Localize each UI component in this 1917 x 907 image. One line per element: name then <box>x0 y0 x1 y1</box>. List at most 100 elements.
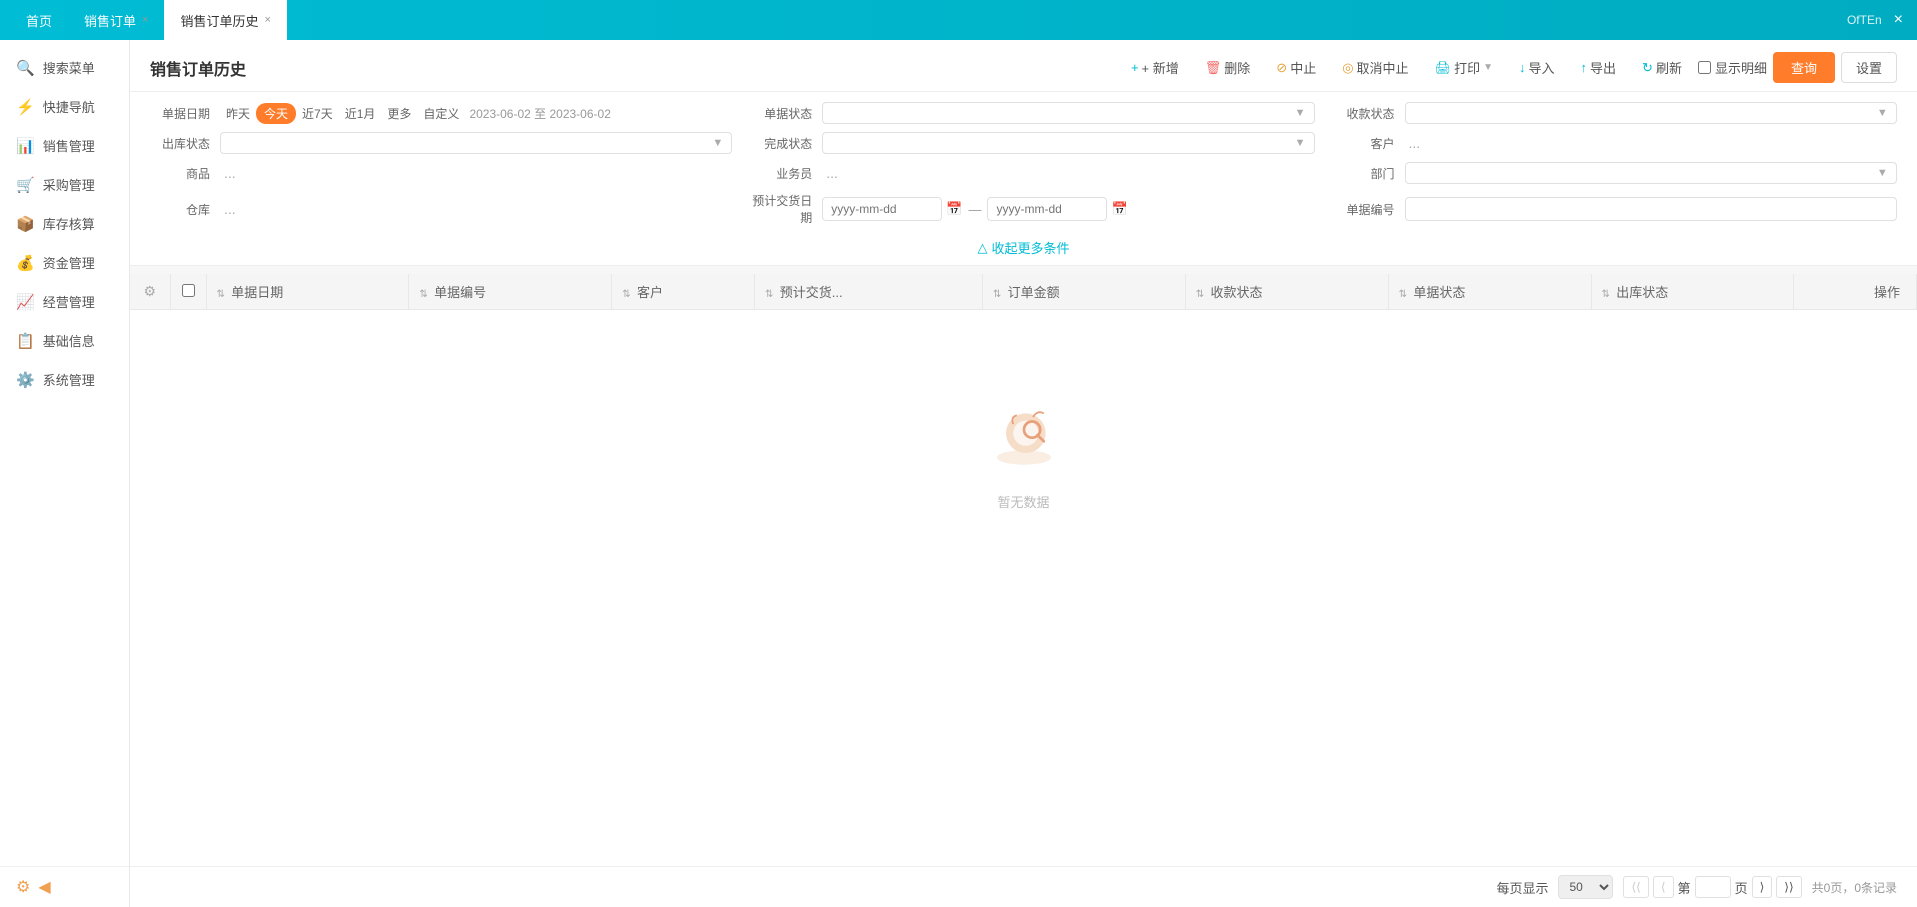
stop-button[interactable]: ⊘ 中止 <box>1266 53 1326 82</box>
th-expected-delivery-label: 预计交货... <box>780 285 843 300</box>
tab-sales-order-history[interactable]: 销售订单历史 × <box>164 0 286 40</box>
th-outbound-status: ⇅ 出库状态 <box>1591 274 1794 310</box>
tab-home[interactable]: 首页 <box>10 0 68 40</box>
filter-col-doc-number: 单据编号 <box>1315 197 1897 221</box>
expected-date-start-input[interactable] <box>822 197 942 221</box>
tab-sales-order[interactable]: 销售订单 × <box>68 0 164 40</box>
show-detail-checkbox[interactable] <box>1698 61 1711 74</box>
delete-button[interactable]: 🗑 删除 <box>1195 53 1261 82</box>
doc-number-label: 单据编号 <box>1335 201 1405 218</box>
tab-home-label: 首页 <box>26 11 52 30</box>
new-button[interactable]: + + 新增 <box>1121 53 1189 82</box>
new-icon: + <box>1131 60 1139 75</box>
sidebar-item-sales-mgmt[interactable]: 📊 销售管理 <box>0 126 129 165</box>
payment-status-select[interactable]: ▼ <box>1405 102 1897 124</box>
pagination-last-btn[interactable]: ⟩⟩ <box>1776 876 1801 898</box>
th-outbound-status-label: 出库状态 <box>1616 285 1668 300</box>
filter-col-expected-date: 预计交货日期 📅 — 📅 <box>732 192 1314 226</box>
top-bar-close-button[interactable]: × <box>1890 7 1907 33</box>
payment-status-arrow: ▼ <box>1877 107 1888 119</box>
sidebar-item-system-mgmt[interactable]: ⚙️ 系统管理 <box>0 360 129 399</box>
collapse-icon: △ <box>977 240 987 256</box>
cancel-stop-button[interactable]: ◎ 取消中止 <box>1332 53 1418 82</box>
sidebar-item-capital-mgmt[interactable]: 💰 资金管理 <box>0 243 129 282</box>
date-shortcut-yesterday[interactable]: 昨天 <box>220 103 256 124</box>
show-detail-checkbox-label[interactable]: 显示明细 <box>1698 58 1767 77</box>
import-button[interactable]: ↓ 导入 <box>1509 53 1565 82</box>
collapse-bar[interactable]: △ 收起更多条件 <box>150 234 1897 259</box>
th-expected-delivery: ⇅ 预计交货... <box>755 274 983 310</box>
export-button[interactable]: ↑ 导出 <box>1571 53 1627 82</box>
sort-outbound-status-icon[interactable]: ⇅ <box>1602 289 1610 300</box>
pagination-next-btn[interactable]: ⟩ <box>1752 876 1773 898</box>
pagination-page-input[interactable]: 1 <box>1695 876 1731 898</box>
delete-label: 删除 <box>1224 58 1250 77</box>
tab-sales-order-close[interactable]: × <box>142 14 148 26</box>
sidebar-item-quick-nav-label: 快捷导航 <box>43 97 95 116</box>
main-layout: 🔍 搜索菜单 ⚡ 快捷导航 📊 销售管理 🛒 采购管理 📦 库存核算 💰 资金管… <box>0 40 1917 907</box>
sort-doc-status-icon[interactable]: ⇅ <box>1399 289 1407 300</box>
sidebar-item-quick-nav[interactable]: ⚡ 快捷导航 <box>0 87 129 126</box>
sort-doc-number-icon[interactable]: ⇅ <box>419 289 427 300</box>
table-select-all-checkbox[interactable] <box>182 284 195 297</box>
operation-mgmt-icon: 📈 <box>16 293 35 311</box>
sidebar-item-capital-mgmt-label: 资金管理 <box>43 253 95 272</box>
date-shortcut-7days[interactable]: 近7天 <box>296 103 339 124</box>
salesperson-label: 业务员 <box>752 165 822 182</box>
table-settings-icon[interactable]: ⚙ <box>143 283 156 299</box>
date-shortcut-more[interactable]: 更多 <box>381 103 417 124</box>
sidebar-item-basic-info[interactable]: 📋 基础信息 <box>0 321 129 360</box>
query-button[interactable]: 查询 <box>1773 52 1835 83</box>
sidebar-item-search-menu[interactable]: 🔍 搜索菜单 <box>0 48 129 87</box>
data-table: ⚙ ⇅ 单据日期 ⇅ 单据编号 <box>130 274 1917 310</box>
collapse-label: 收起更多条件 <box>991 238 1069 257</box>
print-dropdown-icon[interactable]: ▼ <box>1483 62 1493 73</box>
date-shortcut-today[interactable]: 今天 <box>256 103 296 124</box>
th-settings: ⚙ <box>130 274 170 310</box>
sort-customer-icon[interactable]: ⇅ <box>622 289 630 300</box>
filter-row-1: 单据日期 昨天 今天 近7天 近1月 更多 自定义 2023-06-02 至 2… <box>150 102 1897 124</box>
page-footer: 每页显示 10 20 50 100 ⟨⟨ ⟨ 第 1 页 ⟩ ⟩⟩ 共0页，0条… <box>130 866 1917 907</box>
sort-payment-status-icon[interactable]: ⇅ <box>1196 289 1204 300</box>
export-label: 导出 <box>1590 58 1616 77</box>
expected-date-end-input[interactable] <box>987 197 1107 221</box>
goods-dots-btn[interactable]: ... <box>220 165 240 181</box>
sidebar-collapse-icon[interactable]: ◀ <box>38 877 50 897</box>
sort-doc-date-icon[interactable]: ⇅ <box>217 289 225 300</box>
sidebar-settings-icon[interactable]: ⚙ <box>16 877 30 897</box>
customer-dots-btn[interactable]: ... <box>1405 135 1425 151</box>
page-size-select[interactable]: 10 20 50 100 <box>1558 875 1613 899</box>
refresh-button[interactable]: ↻ 刷新 <box>1632 53 1692 82</box>
calendar-start-icon[interactable]: 📅 <box>946 201 962 217</box>
sidebar-item-operation-mgmt[interactable]: 📈 经营管理 <box>0 282 129 321</box>
date-shortcut-custom[interactable]: 自定义 <box>417 103 465 124</box>
tab-sales-order-history-close[interactable]: × <box>264 14 270 26</box>
pagination-first-btn[interactable]: ⟨⟨ <box>1623 876 1648 898</box>
customer-label: 客户 <box>1335 135 1405 152</box>
calendar-end-icon[interactable]: 📅 <box>1111 201 1127 217</box>
date-filter-label: 单据日期 <box>150 105 220 122</box>
date-shortcut-1month[interactable]: 近1月 <box>339 103 382 124</box>
dept-select[interactable]: ▼ <box>1405 162 1897 184</box>
outbound-status-select[interactable]: ▼ <box>220 132 732 154</box>
outbound-status-arrow: ▼ <box>712 137 723 149</box>
table-wrapper: ⚙ ⇅ 单据日期 ⇅ 单据编号 <box>130 274 1917 866</box>
filter-col-salesperson: 业务员 ... <box>732 165 1314 182</box>
th-customer: ⇅ 客户 <box>612 274 755 310</box>
th-checkbox <box>170 274 206 310</box>
th-payment-status: ⇅ 收款状态 <box>1185 274 1388 310</box>
pagination-prev-btn[interactable]: ⟨ <box>1653 876 1674 898</box>
doc-status-select[interactable]: ▼ <box>822 102 1314 124</box>
settings-button[interactable]: 设置 <box>1841 52 1897 83</box>
salesperson-dots-btn[interactable]: ... <box>822 165 842 181</box>
toolbar: + + 新增 🗑 删除 ⊘ 中止 ◎ 取消中止 🖨 打印 <box>1121 52 1897 83</box>
sidebar-item-inventory-calc[interactable]: 📦 库存核算 <box>0 204 129 243</box>
doc-number-input[interactable] <box>1405 197 1897 221</box>
sort-expected-delivery-icon[interactable]: ⇅ <box>765 289 773 300</box>
sort-order-amount-icon[interactable]: ⇅ <box>993 289 1001 300</box>
print-button[interactable]: 🖨 打印 ▼ <box>1425 53 1503 82</box>
warehouse-dots-btn[interactable]: ... <box>220 201 240 217</box>
sidebar-item-purchase-mgmt[interactable]: 🛒 采购管理 <box>0 165 129 204</box>
complete-status-select[interactable]: ▼ <box>822 132 1314 154</box>
system-mgmt-icon: ⚙️ <box>16 371 35 389</box>
